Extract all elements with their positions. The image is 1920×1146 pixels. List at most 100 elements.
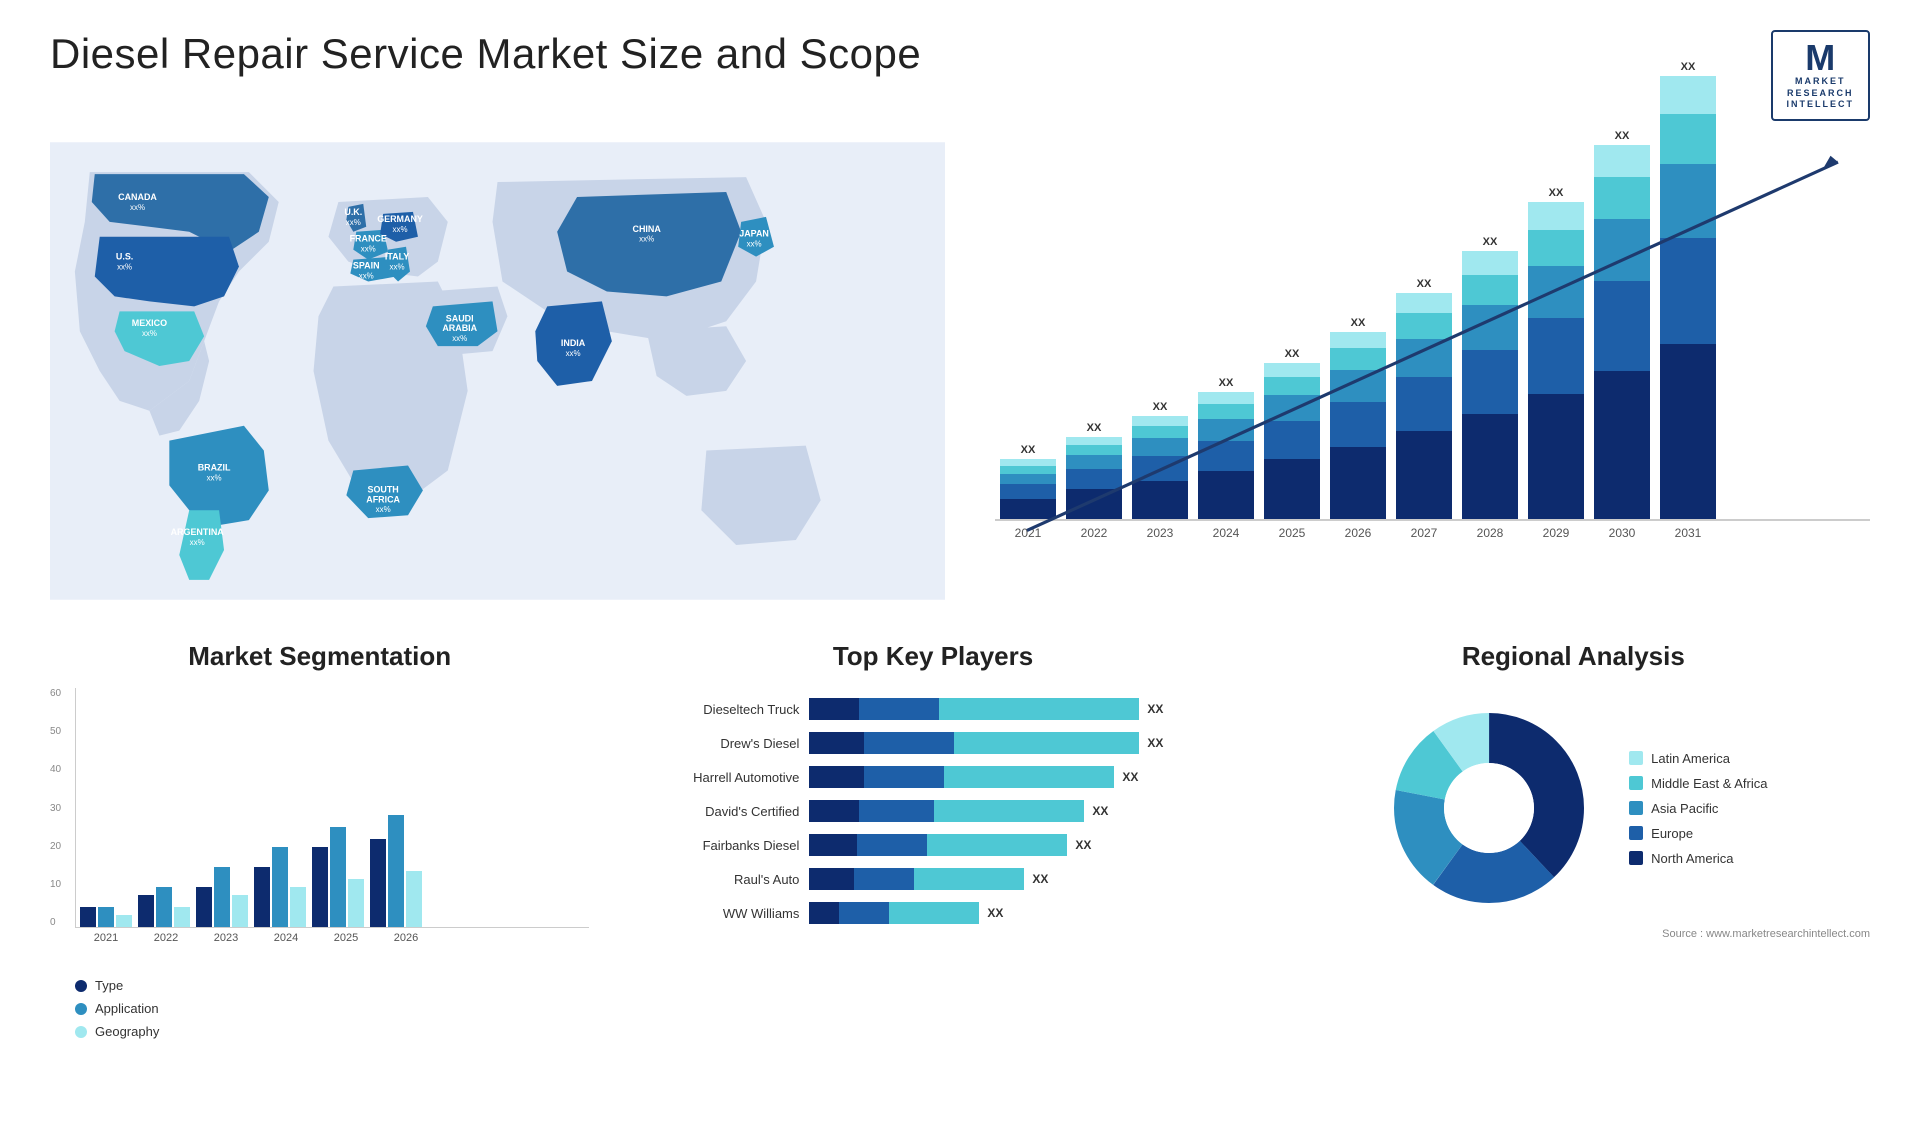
legend-label-application: Application (95, 1001, 159, 1016)
svg-text:xx%: xx% (190, 538, 205, 547)
legend-color-middle-east (1629, 776, 1643, 790)
player-row-harrell: Harrell Automotive XX (609, 766, 1256, 788)
player-value-rauls: XX (1032, 872, 1048, 886)
seg-bar-geo-2023 (232, 895, 248, 927)
y-label-30: 30 (50, 803, 61, 814)
seg-bar-group-2021 (80, 907, 132, 927)
regional-title: Regional Analysis (1277, 641, 1870, 672)
svg-text:GERMANY: GERMANY (377, 214, 423, 224)
svg-text:xx%: xx% (359, 272, 374, 281)
seg-x-2024: 2024 (259, 932, 313, 944)
player-bar-davids: XX (809, 800, 1256, 822)
seg-bar-type-2021 (80, 907, 96, 927)
logo-letter: M (1805, 40, 1835, 76)
seg-bar-app-2023 (214, 867, 230, 927)
regional-donut-wrapper: Latin America Middle East & Africa Asia … (1277, 688, 1870, 918)
seg-bar-geo-2021 (116, 915, 132, 927)
svg-text:INDIA: INDIA (561, 338, 586, 348)
legend-label-middle-east: Middle East & Africa (1651, 776, 1767, 791)
bar-label-2028: XX (1483, 236, 1498, 248)
legend-label-north-america: North America (1651, 851, 1733, 866)
svg-text:xx%: xx% (142, 329, 157, 338)
regional-analysis-panel: Regional Analysis (1277, 641, 1870, 1039)
svg-text:U.S.: U.S. (116, 252, 133, 262)
svg-text:FRANCE: FRANCE (350, 234, 387, 244)
players-list: Dieseltech Truck XX Drew's Diesel (609, 688, 1256, 924)
bar-label-2030: XX (1615, 130, 1630, 142)
legend-label-latin-america: Latin America (1651, 751, 1730, 766)
y-label-40: 40 (50, 764, 61, 775)
player-value-davids: XX (1092, 804, 1108, 818)
seg-bar-app-2022 (156, 887, 172, 927)
page-header: Diesel Repair Service Market Size and Sc… (50, 30, 1870, 121)
x-label-2026: 2026 (1330, 526, 1386, 540)
seg-bar-geo-2022 (174, 907, 190, 927)
source-text: Source : www.marketresearchintellect.com (1277, 928, 1870, 940)
svg-text:xx%: xx% (639, 235, 654, 244)
legend-label-asia-pacific: Asia Pacific (1651, 801, 1718, 816)
svg-text:BRAZIL: BRAZIL (198, 463, 231, 473)
seg-bar-group-2023 (196, 867, 248, 927)
svg-text:AFRICA: AFRICA (366, 494, 400, 504)
svg-text:SOUTH: SOUTH (367, 484, 398, 494)
growth-bar-chart: XX XX (975, 141, 1870, 601)
x-label-2023: 2023 (1132, 526, 1188, 540)
logo: M MARKETRESEARCHINTELLECT (1771, 30, 1871, 121)
svg-text:SPAIN: SPAIN (353, 261, 380, 271)
svg-text:ITALY: ITALY (385, 252, 409, 262)
player-row-fairbanks: Fairbanks Diesel XX (609, 834, 1256, 856)
legend-middle-east: Middle East & Africa (1629, 776, 1767, 791)
svg-text:xx%: xx% (393, 225, 408, 234)
legend-dot-geography (75, 1026, 87, 1038)
svg-text:xx%: xx% (376, 505, 391, 514)
seg-bar-geo-2025 (348, 879, 364, 927)
legend-color-europe (1629, 826, 1643, 840)
player-name-fairbanks: Fairbanks Diesel (609, 838, 799, 853)
svg-text:xx%: xx% (117, 263, 132, 272)
bar-label-2022: XX (1087, 422, 1102, 434)
player-bar-drews: XX (809, 732, 1256, 754)
player-bar-rauls: XX (809, 868, 1256, 890)
legend-color-latin-america (1629, 751, 1643, 765)
player-row-ww: WW Williams XX (609, 902, 1256, 924)
legend-application: Application (75, 1001, 589, 1016)
x-label-2030: 2030 (1594, 526, 1650, 540)
seg-bar-type-2025 (312, 847, 328, 927)
top-section: CANADA xx% U.S. xx% MEXICO xx% BRAZIL xx… (50, 141, 1870, 601)
legend-latin-america: Latin America (1629, 751, 1767, 766)
seg-bar-app-2024 (272, 847, 288, 927)
svg-text:xx%: xx% (747, 240, 762, 249)
player-value-drews: XX (1147, 736, 1163, 750)
market-seg-title: Market Segmentation (50, 641, 589, 672)
svg-text:xx%: xx% (390, 263, 405, 272)
legend-dot-application (75, 1003, 87, 1015)
seg-bar-app-2026 (388, 815, 404, 927)
x-label-2029: 2029 (1528, 526, 1584, 540)
y-label-50: 50 (50, 726, 61, 737)
top-players-title: Top Key Players (609, 641, 1256, 672)
player-bar-fairbanks: XX (809, 834, 1256, 856)
bar-label-2024: XX (1219, 377, 1234, 389)
seg-bar-type-2023 (196, 887, 212, 927)
seg-bar-app-2025 (330, 827, 346, 927)
player-row-rauls: Raul's Auto XX (609, 868, 1256, 890)
seg-bar-app-2021 (98, 907, 114, 927)
donut-center (1444, 763, 1534, 853)
player-value-ww: XX (987, 906, 1003, 920)
seg-bar-type-2026 (370, 839, 386, 927)
bar-label-2029: XX (1549, 187, 1564, 199)
seg-bar-type-2024 (254, 867, 270, 927)
legend-label-type: Type (95, 978, 123, 993)
seg-bar-geo-2026 (406, 871, 422, 927)
bar-label-2021: XX (1021, 444, 1036, 456)
legend-type: Type (75, 978, 589, 993)
svg-text:CANADA: CANADA (118, 192, 157, 202)
legend-north-america: North America (1629, 851, 1767, 866)
logo-text: MARKETRESEARCHINTELLECT (1787, 76, 1855, 111)
x-label-2024: 2024 (1198, 526, 1254, 540)
seg-bar-group-2022 (138, 887, 190, 927)
player-value-fairbanks: XX (1075, 838, 1091, 852)
seg-x-2021: 2021 (79, 932, 133, 944)
seg-x-2022: 2022 (139, 932, 193, 944)
bottom-section: Market Segmentation 60 50 40 30 20 10 0 (50, 641, 1870, 1039)
